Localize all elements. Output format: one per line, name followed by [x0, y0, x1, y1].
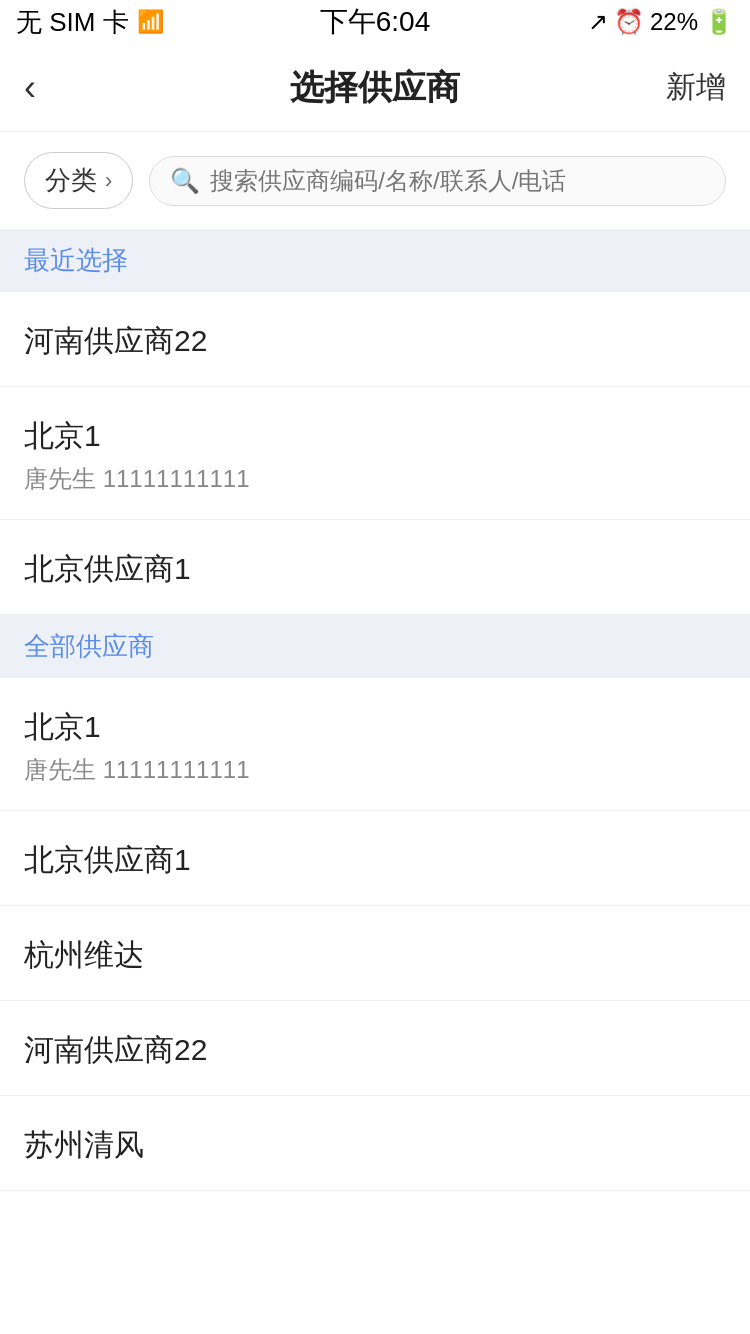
all-items-list: 北京1 唐先生 11111111111 北京供应商1 杭州维达河南供应商22 苏州清风: [0, 678, 750, 1191]
search-icon: 🔍: [170, 167, 200, 195]
item-sub: 唐先生 11111111111: [24, 463, 726, 495]
recent-section-label: 最近选择: [24, 245, 128, 275]
list-item[interactable]: 河南供应商22: [0, 1001, 750, 1096]
recent-section-header: 最近选择: [0, 229, 750, 292]
status-right: ↗ ⏰ 22% 🔋: [588, 8, 734, 36]
back-button[interactable]: ‹: [24, 67, 84, 109]
no-sim-label: 无 SIM 卡: [16, 5, 129, 40]
list-item[interactable]: 北京1 唐先生 11111111111: [0, 387, 750, 520]
status-left: 无 SIM 卡 📶: [16, 5, 164, 40]
item-name: 河南供应商22: [24, 320, 726, 362]
category-label: 分类: [45, 163, 97, 198]
list-item[interactable]: 北京供应商1: [0, 520, 750, 615]
list-item[interactable]: 河南供应商22: [0, 292, 750, 387]
item-name: 北京供应商1: [24, 548, 726, 590]
list-item[interactable]: 北京1 唐先生 11111111111: [0, 678, 750, 811]
alarm-icon: ⏰: [614, 8, 644, 36]
all-section-header: 全部供应商: [0, 615, 750, 678]
category-button[interactable]: 分类 ›: [24, 152, 133, 209]
item-sub: 唐先生 11111111111: [24, 754, 726, 786]
page-title: 选择供应商: [290, 65, 460, 111]
chevron-right-icon: ›: [105, 168, 112, 194]
item-name: 北京供应商1: [24, 839, 726, 881]
list-item[interactable]: 苏州清风: [0, 1096, 750, 1191]
list-item[interactable]: 北京供应商1: [0, 811, 750, 906]
list-item[interactable]: 杭州维达: [0, 906, 750, 1001]
recent-items-list: 河南供应商22 北京1 唐先生 11111111111 北京供应商1: [0, 292, 750, 615]
item-name: 杭州维达: [24, 934, 726, 976]
battery-label: 22%: [650, 8, 698, 36]
wifi-icon: 📶: [137, 9, 164, 35]
location-icon: ↗: [588, 8, 608, 36]
item-name: 河南供应商22: [24, 1029, 726, 1071]
nav-bar: ‹ 选择供应商 新增: [0, 44, 750, 132]
add-button[interactable]: 新增: [666, 67, 726, 108]
filter-row: 分类 › 🔍: [0, 132, 750, 229]
search-box[interactable]: 🔍: [149, 156, 726, 206]
battery-icon: 🔋: [704, 8, 734, 36]
item-name: 北京1: [24, 706, 726, 748]
item-name: 苏州清风: [24, 1124, 726, 1166]
item-name: 北京1: [24, 415, 726, 457]
all-section-label: 全部供应商: [24, 631, 154, 661]
status-time: 下午6:04: [320, 3, 431, 41]
search-input[interactable]: [210, 167, 705, 195]
status-bar: 无 SIM 卡 📶 下午6:04 ↗ ⏰ 22% 🔋: [0, 0, 750, 44]
